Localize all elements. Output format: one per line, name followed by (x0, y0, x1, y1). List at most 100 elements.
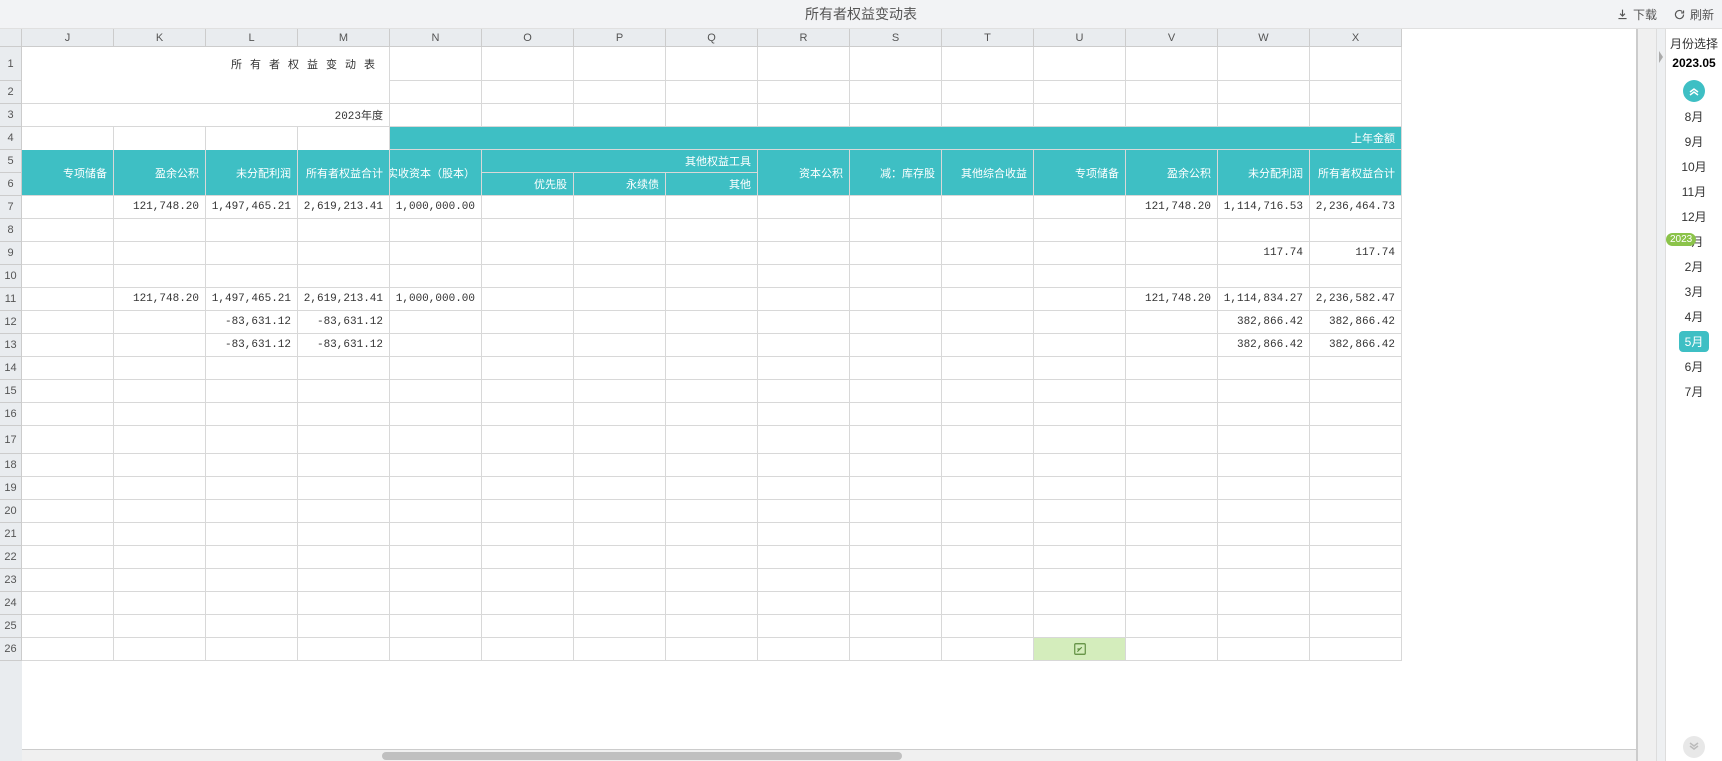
cell[interactable] (758, 47, 850, 81)
cell[interactable] (482, 311, 574, 334)
cell[interactable] (22, 311, 114, 334)
sidebar-collapse-handle[interactable] (1656, 29, 1666, 761)
cell[interactable] (298, 477, 390, 500)
cell[interactable] (390, 104, 482, 127)
cell[interactable]: 专项储备 (1034, 150, 1126, 196)
cell[interactable] (850, 523, 942, 546)
cell[interactable] (482, 546, 574, 569)
cell[interactable] (206, 265, 298, 288)
cell[interactable] (298, 454, 390, 477)
cell[interactable] (1126, 265, 1218, 288)
cell[interactable] (482, 196, 574, 219)
cell[interactable] (298, 546, 390, 569)
cell[interactable] (574, 592, 666, 615)
cell[interactable] (1034, 196, 1126, 219)
cell[interactable] (482, 380, 574, 403)
cell[interactable] (666, 104, 758, 127)
cell[interactable] (850, 569, 942, 592)
cell[interactable] (22, 357, 114, 380)
cell[interactable] (850, 47, 942, 81)
cell[interactable] (390, 403, 482, 426)
cell[interactable] (1310, 592, 1402, 615)
cell[interactable] (942, 288, 1034, 311)
cell[interactable] (1126, 403, 1218, 426)
cell[interactable] (206, 454, 298, 477)
cell[interactable] (574, 546, 666, 569)
cell[interactable] (942, 81, 1034, 104)
cell[interactable] (114, 500, 206, 523)
cell[interactable] (942, 104, 1034, 127)
cell[interactable] (22, 426, 114, 454)
row-header[interactable]: 2 (0, 81, 22, 104)
column-header[interactable]: L (206, 29, 298, 47)
cell[interactable] (666, 523, 758, 546)
cell[interactable] (298, 403, 390, 426)
cell[interactable] (942, 426, 1034, 454)
cell[interactable] (22, 592, 114, 615)
cell[interactable] (1218, 615, 1310, 638)
cell[interactable] (1034, 426, 1126, 454)
edit-cell[interactable] (1034, 638, 1126, 661)
cell[interactable] (22, 127, 114, 150)
cell[interactable] (1310, 426, 1402, 454)
cell[interactable] (850, 242, 942, 265)
cell[interactable] (850, 380, 942, 403)
grid[interactable]: 所有者权益变动表 2023年度上年金额专项储备盈余公积未分配利润所有者权益合计实… (22, 47, 1636, 761)
cell[interactable] (758, 426, 850, 454)
cell[interactable] (482, 615, 574, 638)
cell[interactable] (666, 546, 758, 569)
row-header[interactable]: 18 (0, 454, 22, 477)
cell[interactable] (666, 357, 758, 380)
cell[interactable] (114, 546, 206, 569)
column-header[interactable]: M (298, 29, 390, 47)
cell[interactable] (206, 426, 298, 454)
cell[interactable]: 2,236,582.47 (1310, 288, 1402, 311)
month-option[interactable]: 10月 (1675, 156, 1712, 177)
cell[interactable] (850, 288, 942, 311)
cell[interactable]: 其他 (666, 173, 758, 196)
cell[interactable] (850, 403, 942, 426)
cell[interactable] (850, 546, 942, 569)
cell[interactable] (390, 242, 482, 265)
cell[interactable]: 1,497,465.21 (206, 196, 298, 219)
cell[interactable] (666, 380, 758, 403)
cell[interactable] (1034, 403, 1126, 426)
cell[interactable] (298, 219, 390, 242)
cell[interactable] (482, 334, 574, 357)
sheet-title[interactable]: 所有者权益变动表 (22, 47, 390, 81)
row-header[interactable]: 16 (0, 403, 22, 426)
cell[interactable] (758, 380, 850, 403)
cell[interactable] (482, 265, 574, 288)
cell[interactable] (1126, 523, 1218, 546)
cell[interactable] (390, 546, 482, 569)
column-header[interactable]: P (574, 29, 666, 47)
cell[interactable] (1310, 380, 1402, 403)
cell[interactable] (942, 569, 1034, 592)
cell[interactable] (1126, 615, 1218, 638)
cell[interactable] (942, 311, 1034, 334)
cell[interactable] (22, 81, 390, 104)
cell[interactable] (206, 357, 298, 380)
month-option[interactable]: 11月 (1676, 181, 1712, 202)
cell[interactable] (1218, 500, 1310, 523)
row-header[interactable]: 17 (0, 426, 22, 454)
cell[interactable]: 减：库存股 (850, 150, 942, 196)
cell[interactable] (574, 311, 666, 334)
cell[interactable]: 未分配利润 (1218, 150, 1310, 196)
cell[interactable] (482, 500, 574, 523)
cell[interactable] (206, 127, 298, 150)
column-header[interactable]: J (22, 29, 114, 47)
cell[interactable] (574, 477, 666, 500)
vertical-scrollbar[interactable] (1637, 29, 1656, 761)
cell[interactable] (574, 380, 666, 403)
cell[interactable] (206, 523, 298, 546)
cell[interactable] (666, 638, 758, 661)
cell[interactable] (1126, 380, 1218, 403)
cell[interactable] (666, 592, 758, 615)
cell[interactable] (298, 592, 390, 615)
cell[interactable]: -83,631.12 (298, 311, 390, 334)
cell[interactable] (1218, 546, 1310, 569)
cell[interactable] (1218, 380, 1310, 403)
cell[interactable] (1218, 477, 1310, 500)
cell[interactable] (850, 638, 942, 661)
